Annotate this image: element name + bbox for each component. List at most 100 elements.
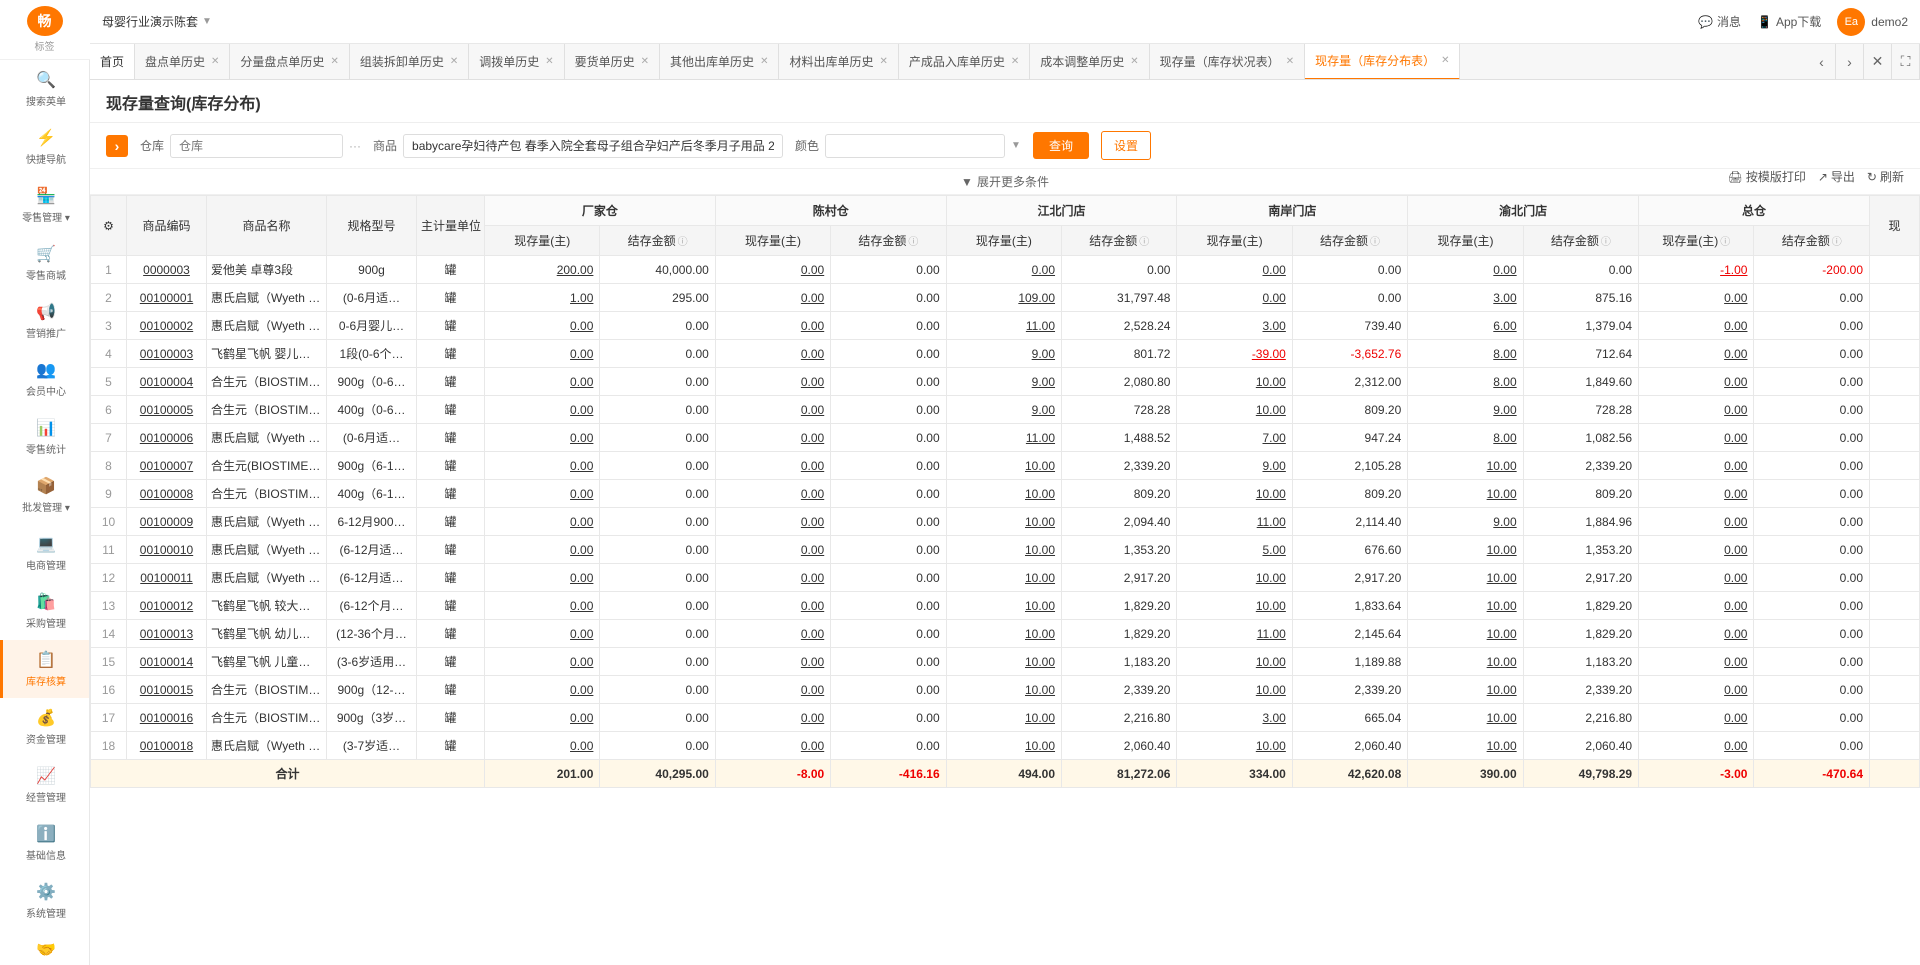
cell-total-qty: 0.00 [1639, 508, 1754, 536]
tab-close-transfer[interactable]: ✕ [545, 56, 553, 67]
tab-close-other-out[interactable]: ✕ [760, 56, 768, 67]
cell-factory-qty: 0.00 [485, 368, 600, 396]
tab-close-stock-dist[interactable]: ✕ [1441, 55, 1449, 66]
cell-rownum: 8 [91, 452, 127, 480]
filter-row: › 仓库 ··· 商品 颜色 ▼ 查询 设置 [90, 123, 1920, 169]
expand-more-btn[interactable]: ▼ 展开更多条件 [90, 169, 1920, 195]
th-chen-qty: 现存量(主) [715, 226, 830, 256]
tab-fullscreen-btn[interactable]: ⛶ [1892, 44, 1920, 80]
tab-label-stock-status: 现存量（库存状况表） [1160, 53, 1280, 70]
warehouse-input[interactable] [170, 134, 343, 158]
cell-total-qty: 0.00 [1639, 732, 1754, 760]
table-row: 10 00100009 惠氏启赋（Wyeth illu… 6-12月900… 罐… [91, 508, 1920, 536]
sidebar-item-nav[interactable]: ⚡ 快捷导航 [0, 118, 89, 176]
cell-jb-qty: 10.00 [946, 620, 1061, 648]
tab-label-material-out: 材料出库单历史 [789, 53, 873, 70]
tab-close-assembly[interactable]: ✕ [450, 56, 458, 67]
cell-rownum: 1 [91, 256, 127, 284]
cell-total-amt: 0.00 [1754, 396, 1870, 424]
refresh-btn[interactable]: ↻ 刷新 [1867, 168, 1904, 185]
cell-jb-amt: 809.20 [1062, 480, 1177, 508]
tab-inventory-count-branch[interactable]: 分量盘点单历史✕ [230, 44, 349, 80]
cell-unit: 罐 [417, 648, 485, 676]
cell-na-amt: 2,145.64 [1292, 620, 1407, 648]
query-button[interactable]: 查询 [1033, 132, 1089, 159]
sidebar-item-retail-store[interactable]: 🛒 零售商城 [0, 234, 89, 292]
sidebar-label-nav: 快捷导航 [26, 151, 66, 166]
color-input[interactable] [825, 134, 1005, 158]
cell-code: 00100001 [127, 284, 207, 312]
cell-name: 惠氏启赋（Wyeth illu… [207, 536, 327, 564]
tab-close-btn[interactable]: ✕ [1864, 44, 1892, 80]
sidebar-item-finance[interactable]: 💰 资金管理 [0, 698, 89, 756]
tab-prev-btn[interactable]: ‹ [1808, 44, 1836, 80]
tab-stock-dist[interactable]: 现存量（库存分布表）✕ [1305, 44, 1460, 80]
goods-input[interactable] [403, 134, 783, 158]
cell-factory-amt: 0.00 [600, 592, 715, 620]
tab-cost-adjust[interactable]: 成本调整单历史✕ [1030, 44, 1149, 80]
tab-transfer[interactable]: 调拨单历史✕ [469, 44, 564, 80]
sidebar-item-operations[interactable]: 📈 经营管理 [0, 756, 89, 814]
sidebar-item-system[interactable]: ⚙️ 系统管理 [0, 872, 89, 930]
tab-close-product-in[interactable]: ✕ [1011, 56, 1019, 67]
cell-chen-qty: 0.00 [715, 732, 830, 760]
app-download-btn[interactable]: 📱 App下载 [1757, 13, 1821, 30]
sidebar-item-ecommerce[interactable]: 💻 电商管理 [0, 524, 89, 582]
tab-close-inventory-count-branch[interactable]: ✕ [330, 56, 338, 67]
sidebar-item-basic[interactable]: ℹ️ 基础信息 [0, 814, 89, 872]
cell-na-qty: 11.00 [1177, 508, 1292, 536]
cell-spec: (6-12月适… [327, 536, 417, 564]
cell-jb-amt: 2,094.40 [1062, 508, 1177, 536]
sidebar-item-retail-stats[interactable]: 📊 零售统计 [0, 408, 89, 466]
cell-factory-qty: 200.00 [485, 256, 600, 284]
sidebar-item-purchase[interactable]: 🛍️ 采购管理 [0, 582, 89, 640]
sidebar-item-retail-mgmt[interactable]: 🏪 零售管理 ▾ [0, 176, 89, 234]
cell-na-qty: 10.00 [1177, 732, 1292, 760]
table-container[interactable]: ⚙ 商品编码 商品名称 规格型号 主计量单位 厂家仓 陈村仓 江北门店 南岸门店… [90, 195, 1920, 965]
cell-na-amt: 2,312.00 [1292, 368, 1407, 396]
user-menu[interactable]: Ea demo2 [1837, 8, 1908, 36]
export-btn[interactable]: ↗ 导出 [1818, 168, 1855, 185]
th-factory-qty: 现存量(主) [485, 226, 600, 256]
th-total-qty: 现存量(主)ⓘ [1639, 226, 1754, 256]
tab-close-purchase-order[interactable]: ✕ [641, 56, 649, 67]
filter-expand-btn[interactable]: › [106, 135, 128, 157]
cell-spec: (6-12月适… [327, 564, 417, 592]
th-jb-amt: 结存金额ⓘ [1062, 226, 1177, 256]
tab-inventory-count[interactable]: 盘点单历史✕ [135, 44, 230, 80]
sidebar-item-enterprise[interactable]: 🤝 企业协同 [0, 930, 89, 965]
tab-next-btn[interactable]: › [1836, 44, 1864, 80]
tab-close-material-out[interactable]: ✕ [879, 56, 887, 67]
total-label: 合计 [91, 760, 485, 788]
tab-close-inventory-count[interactable]: ✕ [211, 56, 219, 67]
tab-other-out[interactable]: 其他出库单历史✕ [660, 44, 779, 80]
cell-name: 爱他美 卓尊3段 [207, 256, 327, 284]
cell-factory-amt: 295.00 [600, 284, 715, 312]
cell-code: 00100018 [127, 732, 207, 760]
sidebar-item-inventory[interactable]: 📋 库存核算 [0, 640, 89, 698]
settings-button[interactable]: 设置 [1101, 131, 1151, 160]
refresh-icon: ↻ [1867, 170, 1877, 184]
print-btn[interactable]: 🖨 按模版打印 [1728, 168, 1806, 185]
tab-product-in[interactable]: 产成品入库单历史✕ [899, 44, 1030, 80]
tab-stock-status[interactable]: 现存量（库存状况表） ✕ [1150, 44, 1305, 80]
message-btn[interactable]: 💬 消息 [1698, 13, 1741, 30]
sidebar-item-wholesale[interactable]: 📦 批发管理 ▾ [0, 466, 89, 524]
sidebar-item-search[interactable]: 🔍 搜索英单 [0, 60, 89, 118]
tab-home[interactable]: 首页 [90, 44, 135, 80]
company-dropdown[interactable]: 母婴行业演示陈套 ▼ [102, 13, 212, 30]
cell-chen-amt: 0.00 [831, 620, 946, 648]
tab-purchase-order[interactable]: 要货单历史✕ [565, 44, 660, 80]
tab-assembly[interactable]: 组装拆卸单历史✕ [350, 44, 469, 80]
refresh-label: 刷新 [1880, 168, 1904, 185]
sidebar-item-marketing[interactable]: 📢 营销推广 [0, 292, 89, 350]
cell-total-amt: 0.00 [1754, 620, 1870, 648]
cell-na-qty: 10.00 [1177, 592, 1292, 620]
sidebar-item-member[interactable]: 👥 会员中心 [0, 350, 89, 408]
tab-close-cost-adjust[interactable]: ✕ [1130, 56, 1138, 67]
cell-na-qty: 7.00 [1177, 424, 1292, 452]
tab-material-out[interactable]: 材料出库单历史 ✕ [779, 44, 898, 80]
tab-close-stock-status[interactable]: ✕ [1286, 56, 1294, 67]
sidebar-label-retail-mgmt: 零售管理 ▾ [22, 209, 70, 224]
cell-jb-qty: 9.00 [946, 368, 1061, 396]
